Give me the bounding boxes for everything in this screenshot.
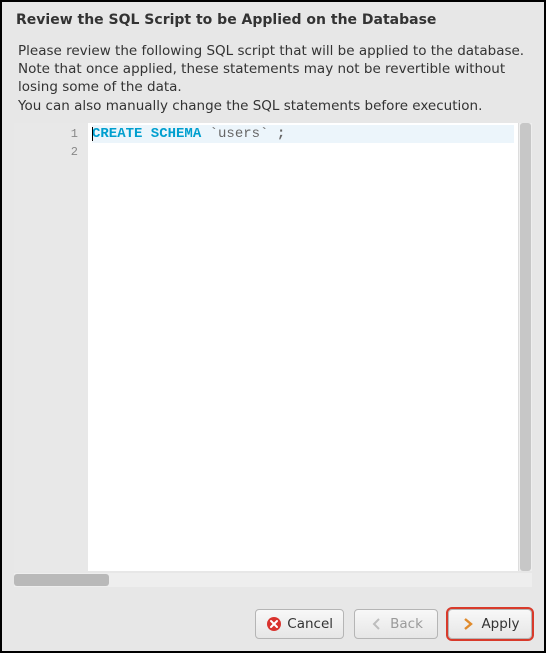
description: Please review the following SQL script t… [14,42,532,123]
apply-button[interactable]: Apply [448,609,532,639]
sql-identifier: `users` [210,126,269,142]
page-title: Review the SQL Script to be Applied on t… [14,10,532,42]
scrollbar-thumb[interactable] [520,123,531,571]
scrollbar-thumb[interactable] [14,574,109,586]
button-label: Apply [481,616,519,632]
line-number: 1 [14,125,78,143]
button-label: Back [390,616,423,632]
code-line[interactable] [92,143,514,161]
dialog-footer: Cancel Back Apply [14,587,532,639]
button-label: Cancel [287,616,333,632]
code-line[interactable]: CREATE SCHEMA `users` ; [92,125,514,143]
chevron-right-icon [460,616,476,632]
sql-text [268,126,276,142]
chevron-left-icon [369,616,385,632]
back-button[interactable]: Back [354,609,438,639]
sql-keyword: CREATE SCHEMA [92,126,201,142]
line-number-gutter: 12 [14,123,88,571]
text-caret [92,127,93,141]
line-number: 2 [14,143,78,161]
horizontal-scrollbar[interactable] [14,573,532,587]
sql-text [201,126,209,142]
code-area[interactable]: CREATE SCHEMA `users` ; [88,123,518,571]
description-line: Note that once applied, these statements… [18,60,528,96]
cancel-button[interactable]: Cancel [255,609,344,639]
description-line: You can also manually change the SQL sta… [18,97,528,115]
cancel-icon [266,616,282,632]
vertical-scrollbar[interactable] [518,123,532,571]
sql-editor[interactable]: 12 CREATE SCHEMA `users` ; [14,123,532,587]
sql-punct: ; [277,126,285,142]
description-line: Please review the following SQL script t… [18,42,528,60]
sql-apply-dialog: Review the SQL Script to be Applied on t… [2,2,544,651]
